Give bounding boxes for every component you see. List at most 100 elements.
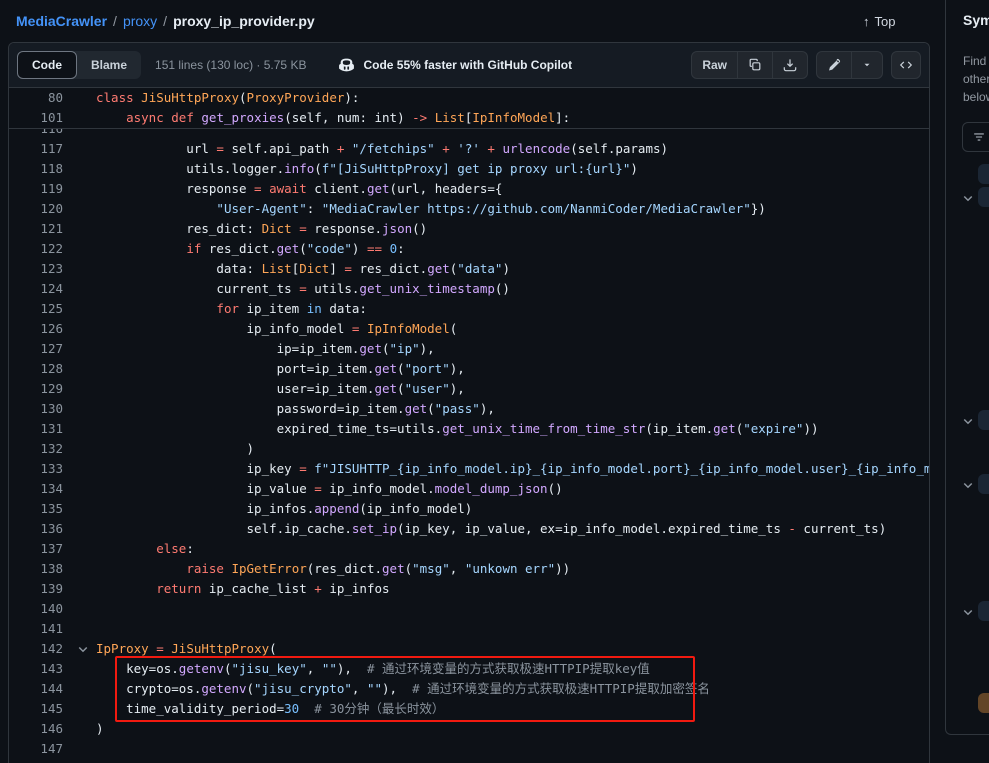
code-text: ip_key = f"JISUHTTP_{ip_info_model.ip}_{… bbox=[63, 459, 929, 479]
line-number[interactable]: 133 bbox=[9, 459, 63, 479]
raw-button[interactable]: Raw bbox=[692, 52, 737, 78]
line-number[interactable]: 101 bbox=[9, 108, 63, 128]
symbol-chip[interactable] bbox=[978, 474, 989, 494]
code-token: info bbox=[284, 161, 314, 176]
code-token: ( bbox=[314, 161, 322, 176]
line-number[interactable]: 132 bbox=[9, 439, 63, 459]
line-number[interactable]: 138 bbox=[9, 559, 63, 579]
code-line: 131 expired_time_ts=utils.get_unix_time_… bbox=[9, 419, 929, 439]
line-number[interactable]: 125 bbox=[9, 299, 63, 319]
download-button[interactable] bbox=[772, 52, 807, 78]
code-line: 119 response = await client.get(url, hea… bbox=[9, 179, 929, 199]
code-token: ip_cache_list bbox=[201, 581, 314, 596]
edit-dropdown-button[interactable] bbox=[851, 52, 882, 78]
chevron-down-icon[interactable] bbox=[962, 605, 974, 623]
symbols-panel: Symbols Find definitions and references … bbox=[945, 0, 989, 735]
breadcrumb-repo-link[interactable]: MediaCrawler bbox=[16, 13, 107, 29]
code-token: in bbox=[307, 301, 322, 316]
line-number[interactable]: 121 bbox=[9, 219, 63, 239]
copilot-banner[interactable]: Code 55% faster with GitHub Copilot bbox=[338, 57, 572, 74]
edit-button[interactable] bbox=[817, 52, 851, 78]
chevron-down-icon[interactable] bbox=[962, 414, 974, 432]
line-number[interactable]: 123 bbox=[9, 259, 63, 279]
tab-code[interactable]: Code bbox=[17, 51, 77, 79]
code-line: 129 user=ip_item.get("user"), bbox=[9, 379, 929, 399]
line-number[interactable]: 120 bbox=[9, 199, 63, 219]
code-token: async bbox=[126, 110, 164, 125]
symbol-chip[interactable] bbox=[978, 410, 989, 430]
code-token: get_unix_timestamp bbox=[359, 281, 494, 296]
symbol-chip[interactable] bbox=[978, 164, 989, 184]
code-token: ( bbox=[450, 321, 458, 336]
code-token: (ip_info_model) bbox=[359, 501, 472, 516]
breadcrumb-folder-link[interactable]: proxy bbox=[123, 13, 157, 29]
symbol-chip[interactable] bbox=[978, 693, 989, 713]
line-number[interactable]: 122 bbox=[9, 239, 63, 259]
line-number[interactable]: 145 bbox=[9, 699, 63, 719]
code-token: res_dict. bbox=[352, 261, 427, 276]
line-number[interactable]: 147 bbox=[9, 739, 63, 759]
chevron-down-icon[interactable] bbox=[962, 478, 974, 496]
code-token: ( bbox=[405, 561, 413, 576]
line-number[interactable]: 127 bbox=[9, 339, 63, 359]
code-line: 141 bbox=[9, 619, 929, 639]
code-token: port=ip_item. bbox=[96, 361, 374, 376]
line-number[interactable]: 130 bbox=[9, 399, 63, 419]
code-line: 121 res_dict: Dict = response.json() bbox=[9, 219, 929, 239]
code-line: 133 ip_key = f"JISUHTTP_{ip_info_model.i… bbox=[9, 459, 929, 479]
line-number[interactable]: 129 bbox=[9, 379, 63, 399]
line-number[interactable]: 134 bbox=[9, 479, 63, 499]
line-number[interactable]: 118 bbox=[9, 159, 63, 179]
line-number[interactable]: 135 bbox=[9, 499, 63, 519]
line-number[interactable]: 117 bbox=[9, 139, 63, 159]
line-number[interactable]: 143 bbox=[9, 659, 63, 679]
code-token bbox=[96, 110, 126, 125]
raw-actions-group: Raw bbox=[691, 51, 808, 79]
line-number[interactable]: 146 bbox=[9, 719, 63, 739]
line-number[interactable]: 144 bbox=[9, 679, 63, 699]
code-token: ), bbox=[420, 341, 435, 356]
code-token: 0 bbox=[390, 241, 398, 256]
back-to-top-label: Top bbox=[875, 14, 896, 29]
line-number[interactable]: 128 bbox=[9, 359, 63, 379]
line-number[interactable]: 131 bbox=[9, 419, 63, 439]
symbols-panel-button[interactable] bbox=[891, 51, 921, 79]
code-token bbox=[96, 201, 216, 216]
breadcrumb-separator: / bbox=[163, 13, 167, 29]
tab-blame[interactable]: Blame bbox=[77, 51, 141, 79]
back-to-top-button[interactable]: ↑ Top bbox=[855, 7, 903, 35]
line-number[interactable]: 142 bbox=[9, 639, 63, 659]
code-token: "jisu_crypto" bbox=[254, 681, 352, 696]
code-line: 123 data: List[Dict] = res_dict.get("dat… bbox=[9, 259, 929, 279]
line-number[interactable]: 136 bbox=[9, 519, 63, 539]
code-line: 125 for ip_item in data: bbox=[9, 299, 929, 319]
line-number[interactable]: 137 bbox=[9, 539, 63, 559]
copy-icon bbox=[748, 58, 762, 72]
code-token: res_dict. bbox=[201, 241, 276, 256]
code-token: "code" bbox=[307, 241, 352, 256]
chevron-down-icon[interactable] bbox=[962, 191, 974, 209]
line-number[interactable]: 119 bbox=[9, 179, 63, 199]
line-number[interactable]: 80 bbox=[9, 88, 63, 108]
code-token: , bbox=[352, 681, 367, 696]
line-number[interactable]: 141 bbox=[9, 619, 63, 639]
fold-chevron-down-icon[interactable] bbox=[75, 639, 91, 659]
code-token: ) bbox=[502, 261, 510, 276]
code-token: : bbox=[307, 201, 322, 216]
code-text: current_ts = utils.get_unix_timestamp() bbox=[63, 279, 929, 299]
code-text: password=ip_item.get("pass"), bbox=[63, 399, 929, 419]
line-number[interactable]: 139 bbox=[9, 579, 63, 599]
line-number[interactable]: 140 bbox=[9, 599, 63, 619]
symbol-chip[interactable] bbox=[978, 601, 989, 621]
line-number[interactable]: 124 bbox=[9, 279, 63, 299]
symbol-chip[interactable] bbox=[978, 187, 989, 207]
file-view-card: Code Blame 151 lines (130 loc) · 5.75 KB… bbox=[8, 42, 930, 763]
code-token: ( bbox=[239, 90, 247, 105]
code-token: getenv bbox=[201, 681, 246, 696]
code-token: = bbox=[299, 221, 307, 236]
code-token: () bbox=[548, 481, 563, 496]
symbols-list bbox=[946, 0, 989, 734]
copy-button[interactable] bbox=[737, 52, 772, 78]
code-token: = bbox=[299, 281, 307, 296]
line-number[interactable]: 126 bbox=[9, 319, 63, 339]
